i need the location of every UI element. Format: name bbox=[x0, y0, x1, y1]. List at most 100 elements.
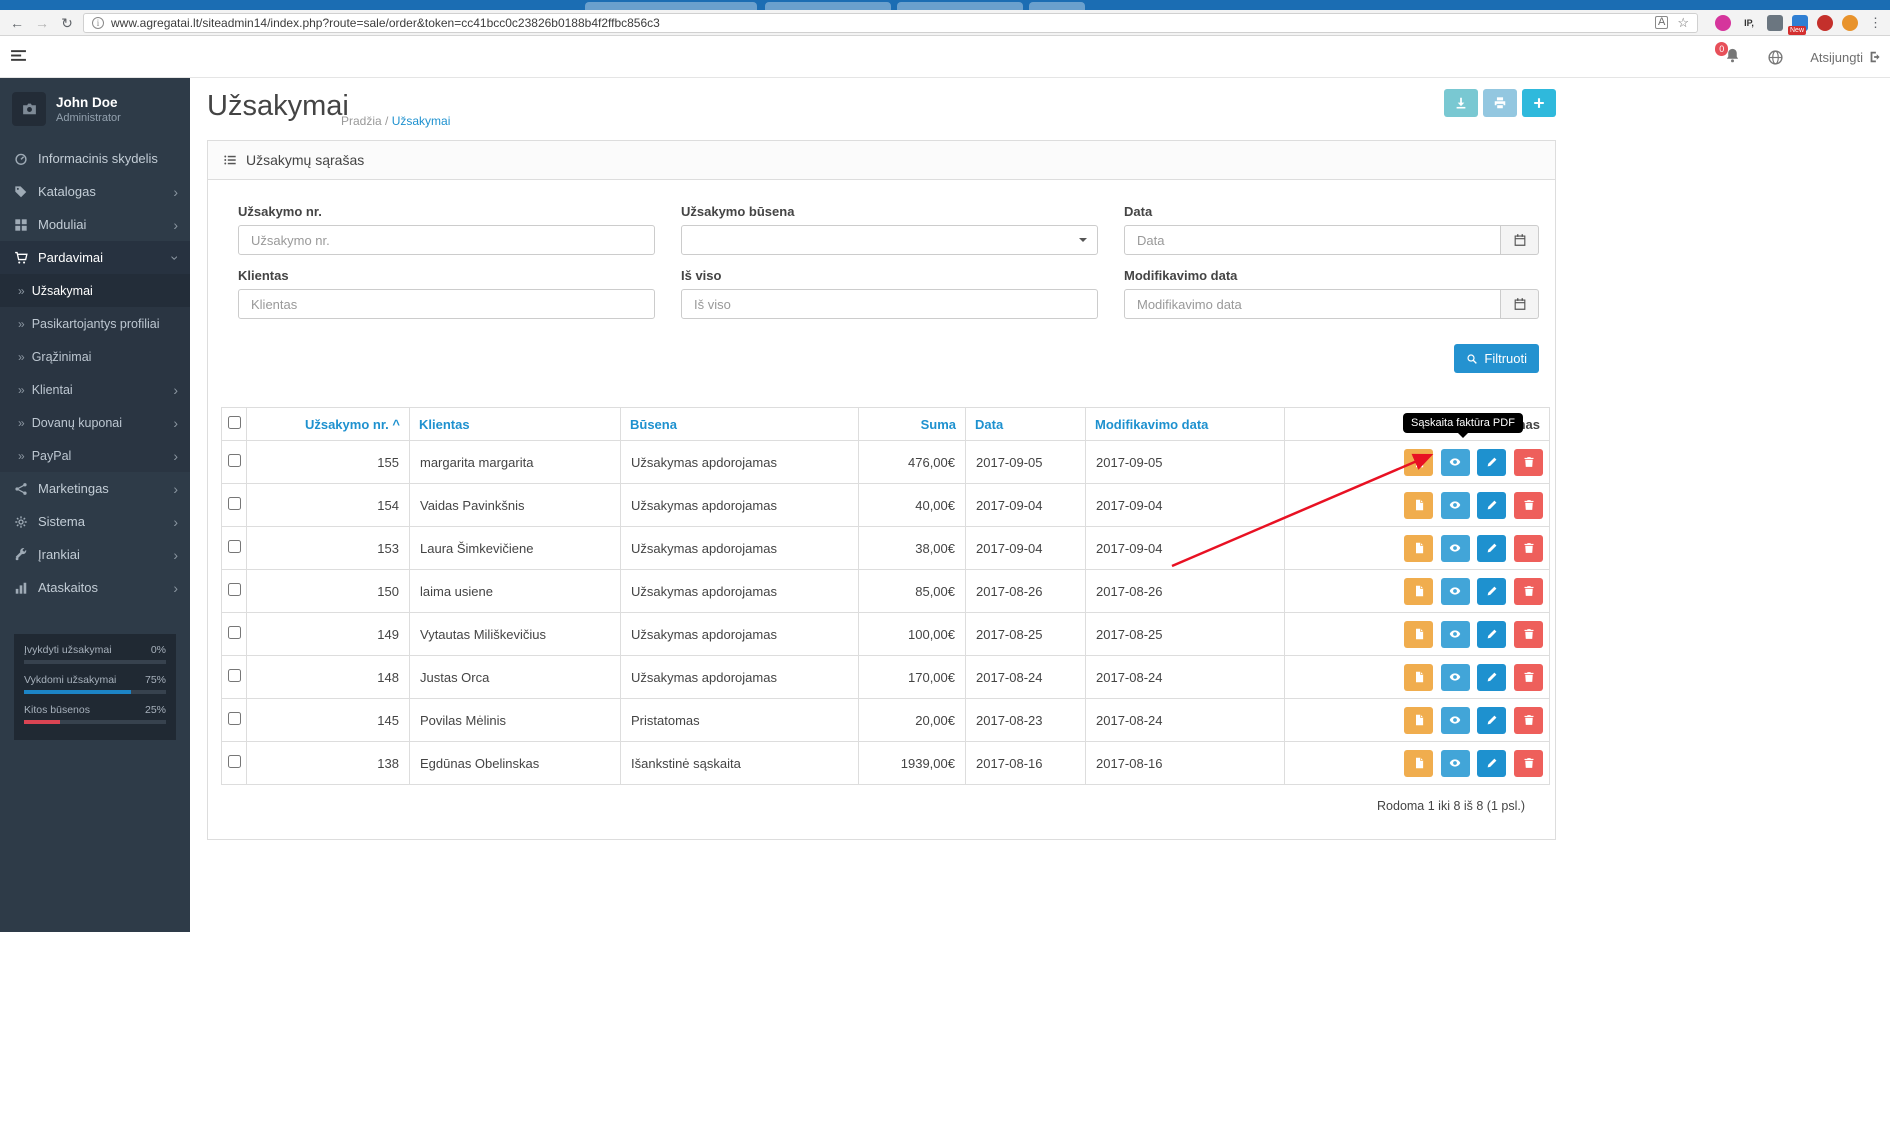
breadcrumb-home-link[interactable]: Pradžia bbox=[341, 114, 382, 128]
row-checkbox[interactable] bbox=[227, 540, 241, 553]
browser-tab[interactable] bbox=[897, 2, 1023, 10]
orange-extension-icon[interactable] bbox=[1842, 14, 1858, 31]
view-button[interactable] bbox=[1440, 448, 1470, 476]
sort-date[interactable]: Data bbox=[975, 417, 1003, 432]
red-extension-icon[interactable] bbox=[1817, 14, 1833, 31]
invoice-pdf-button[interactable] bbox=[1404, 448, 1434, 476]
filter-order-input[interactable] bbox=[238, 225, 655, 255]
invoice-pdf-button[interactable] bbox=[1404, 663, 1434, 691]
color-picker-extension-icon[interactable] bbox=[1715, 14, 1731, 31]
browser-tab[interactable] bbox=[585, 2, 757, 10]
add-order-button[interactable] bbox=[1522, 89, 1556, 117]
sidebar-item-katalogas[interactable]: Katalogas › bbox=[0, 175, 190, 208]
view-button[interactable] bbox=[1440, 706, 1470, 734]
sidebar-toggle-button[interactable] bbox=[10, 47, 30, 67]
ip-extension-icon[interactable]: IP, bbox=[1740, 15, 1758, 31]
sort-total[interactable]: Suma bbox=[921, 417, 956, 432]
export-button[interactable] bbox=[1444, 89, 1478, 117]
forward-icon[interactable]: → bbox=[33, 14, 51, 32]
breadcrumb-current-link[interactable]: Užsakymai bbox=[392, 114, 451, 128]
submenu-item-uzsakymai[interactable]: » Užsakymai bbox=[0, 274, 190, 307]
delete-button[interactable] bbox=[1514, 663, 1543, 691]
vpn-extension-icon[interactable]: New bbox=[1788, 14, 1808, 35]
order-date: 2017-08-26 bbox=[965, 569, 1086, 613]
delete-button[interactable] bbox=[1514, 491, 1543, 519]
select-all-checkbox[interactable] bbox=[227, 416, 241, 429]
filter-modified-input[interactable] bbox=[1124, 289, 1501, 319]
avatar[interactable] bbox=[12, 92, 46, 126]
edit-button[interactable] bbox=[1477, 620, 1507, 648]
submenu-item-grazinimai[interactable]: » Grąžinimai bbox=[0, 340, 190, 373]
filter-customer-input[interactable] bbox=[238, 289, 655, 319]
edit-button[interactable] bbox=[1477, 749, 1507, 777]
view-button[interactable] bbox=[1440, 749, 1470, 777]
view-button[interactable] bbox=[1440, 491, 1470, 519]
submenu-item-klientai[interactable]: » Klientai › bbox=[0, 373, 190, 406]
sidebar-item-pardavimai[interactable]: Pardavimai › bbox=[0, 241, 190, 274]
view-button[interactable] bbox=[1440, 534, 1470, 562]
bookmark-star-icon[interactable]: ☆ bbox=[1677, 15, 1689, 31]
row-checkbox[interactable] bbox=[227, 669, 241, 682]
notifications-button[interactable]: 0 bbox=[1715, 42, 1741, 67]
logout-button[interactable]: Atsijungti bbox=[1810, 50, 1882, 65]
invoice-pdf-button[interactable] bbox=[1404, 749, 1434, 777]
back-icon[interactable]: ← bbox=[8, 14, 26, 32]
delete-button[interactable] bbox=[1514, 534, 1543, 562]
edit-button[interactable] bbox=[1477, 491, 1507, 519]
invoice-pdf-button[interactable] bbox=[1404, 577, 1434, 605]
filter-status-select[interactable] bbox=[681, 225, 1098, 255]
date-picker-button[interactable] bbox=[1501, 225, 1539, 255]
print-button[interactable] bbox=[1483, 89, 1517, 117]
date-picker-button[interactable] bbox=[1501, 289, 1539, 319]
delete-button[interactable] bbox=[1514, 706, 1543, 734]
edit-button[interactable] bbox=[1477, 448, 1507, 476]
sidebar-item-irankiai[interactable]: Įrankiai › bbox=[0, 538, 190, 571]
screenshot-extension-icon[interactable] bbox=[1767, 14, 1783, 31]
sort-modified[interactable]: Modifikavimo data bbox=[1095, 417, 1208, 432]
sidebar-item-dashboard[interactable]: Informacinis skydelis bbox=[0, 142, 190, 175]
refresh-icon[interactable]: ↻ bbox=[58, 14, 76, 32]
sort-status[interactable]: Būsena bbox=[630, 417, 677, 432]
invoice-pdf-button[interactable] bbox=[1404, 620, 1434, 648]
submenu-item-paypal[interactable]: » PayPal › bbox=[0, 439, 190, 472]
browser-menu-icon[interactable]: ⋮ bbox=[1869, 15, 1882, 31]
order-status: Užsakymas apdorojamas bbox=[620, 526, 859, 570]
url-input[interactable]: i www.agregatai.lt/siteadmin14/index.php… bbox=[83, 12, 1698, 33]
invoice-pdf-button[interactable] bbox=[1404, 534, 1434, 562]
row-checkbox[interactable] bbox=[227, 454, 241, 467]
row-checkbox[interactable] bbox=[227, 583, 241, 596]
invoice-pdf-button[interactable] bbox=[1404, 706, 1434, 734]
delete-button[interactable] bbox=[1514, 448, 1543, 476]
delete-button[interactable] bbox=[1514, 577, 1543, 605]
delete-button[interactable] bbox=[1514, 749, 1543, 777]
sidebar-item-marketingas[interactable]: Marketingas › bbox=[0, 472, 190, 505]
edit-button[interactable] bbox=[1477, 663, 1507, 691]
submenu-item-pasikartojantys-profiliai[interactable]: » Pasikartojantys profiliai bbox=[0, 307, 190, 340]
submenu-item-dovanu-kuponai[interactable]: » Dovanų kuponai › bbox=[0, 406, 190, 439]
row-checkbox[interactable] bbox=[227, 712, 241, 725]
store-front-button[interactable] bbox=[1767, 49, 1784, 66]
row-checkbox[interactable] bbox=[227, 497, 241, 510]
sort-order-number[interactable]: Užsakymo nr. ^ bbox=[305, 417, 400, 432]
row-checkbox[interactable] bbox=[227, 626, 241, 639]
edit-button[interactable] bbox=[1477, 706, 1507, 734]
filter-date-input[interactable] bbox=[1124, 225, 1501, 255]
browser-tab[interactable] bbox=[1029, 2, 1085, 10]
sidebar-item-ataskaitos[interactable]: Ataskaitos › bbox=[0, 571, 190, 604]
sidebar-item-moduliai[interactable]: Moduliai › bbox=[0, 208, 190, 241]
delete-button[interactable] bbox=[1514, 620, 1543, 648]
row-checkbox[interactable] bbox=[227, 755, 241, 768]
edit-button[interactable] bbox=[1477, 534, 1507, 562]
invoice-pdf-button[interactable] bbox=[1404, 491, 1434, 519]
view-button[interactable] bbox=[1440, 620, 1470, 648]
browser-tab[interactable] bbox=[765, 2, 891, 10]
edit-button[interactable] bbox=[1477, 577, 1507, 605]
translate-icon[interactable]: A bbox=[1655, 16, 1669, 29]
view-button[interactable] bbox=[1440, 577, 1470, 605]
page-info-icon[interactable]: i bbox=[92, 16, 104, 29]
view-button[interactable] bbox=[1440, 663, 1470, 691]
sidebar-item-sistema[interactable]: Sistema › bbox=[0, 505, 190, 538]
sort-customer[interactable]: Klientas bbox=[419, 417, 470, 432]
filter-button[interactable]: Filtruoti bbox=[1454, 344, 1539, 373]
filter-total-input[interactable] bbox=[681, 289, 1098, 319]
